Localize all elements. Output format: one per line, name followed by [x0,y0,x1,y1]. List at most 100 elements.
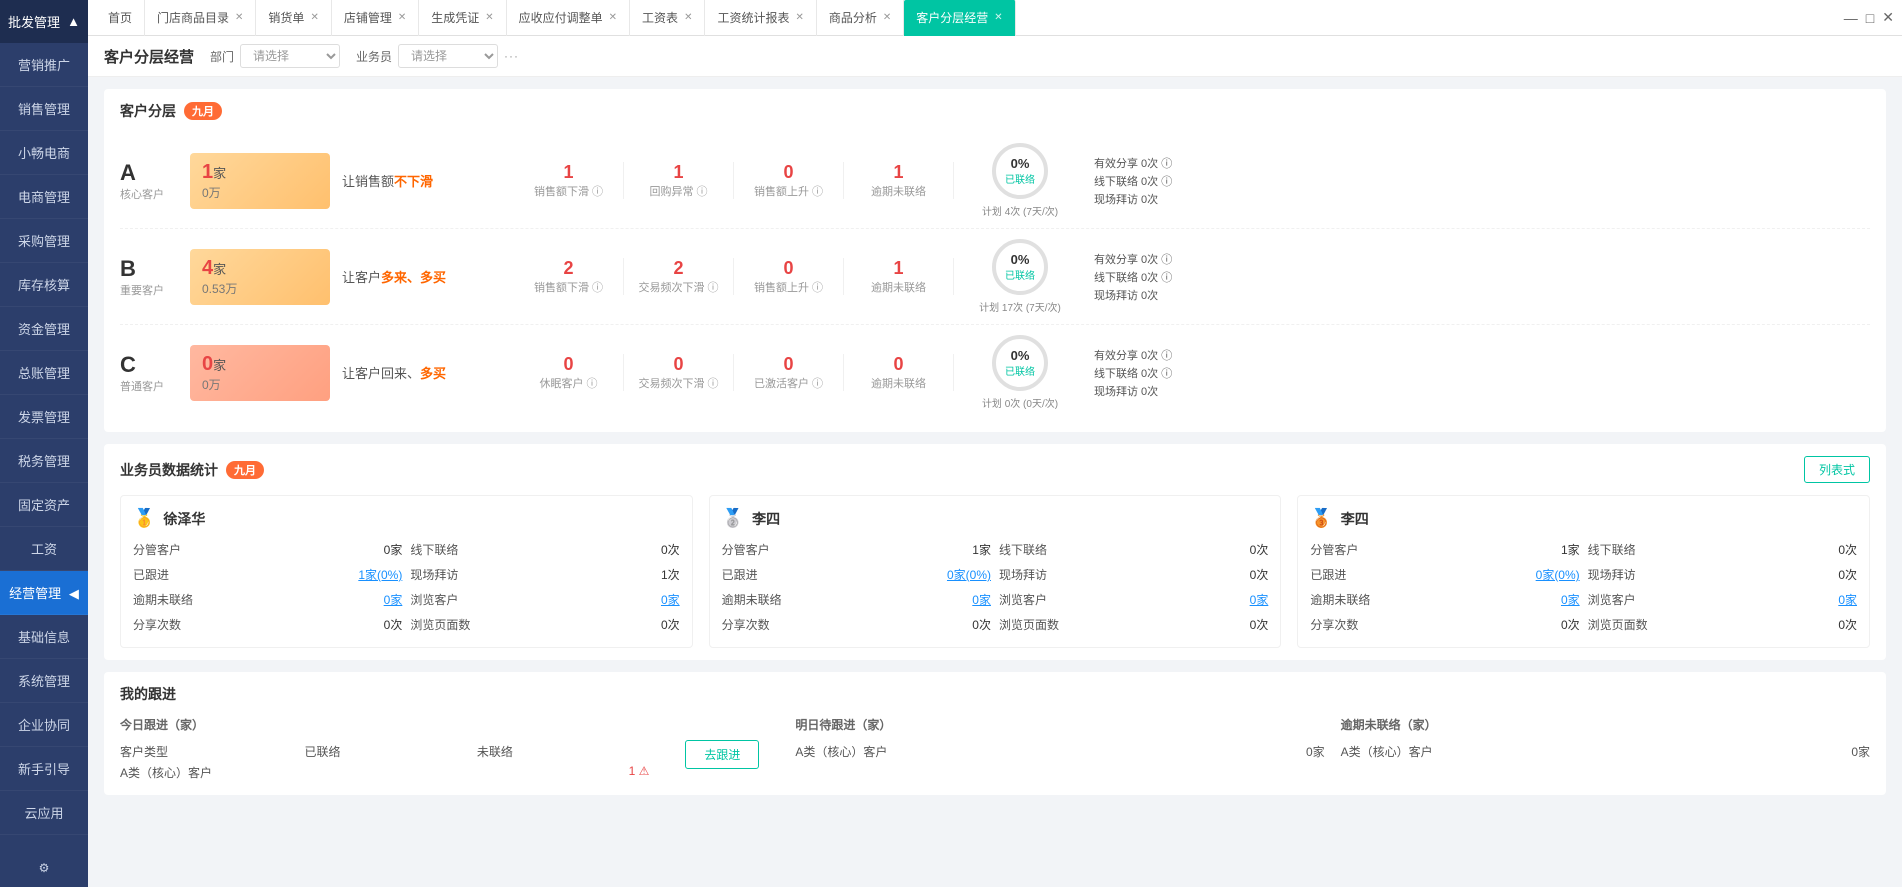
agent-1-stat-visit: 现场拜访 1次 [410,564,679,585]
sidebar-item-jcxx[interactable]: 基础信息 [0,615,88,659]
sidebar-item-xcdz[interactable]: 小畅电商 [0,131,88,175]
tab-home[interactable]: 首页 [96,0,145,36]
stats-title: 业务员数据统计 九月 [120,460,264,480]
tier-b-stat-3[interactable]: 0 销售额上升 ⓘ [734,258,844,295]
tab-close-icon[interactable]: ✕ [684,12,692,23]
sidebar-item-xsyd[interactable]: 新手引导 [0,747,88,791]
tab-payroll[interactable]: 工资表 ✕ [630,0,705,36]
tier-b-label: B 重要客户 [120,256,190,298]
tier-b-ring: 0% 已联络 计划 17次 (7天/次) [970,239,1070,314]
go-followup-button[interactable]: 去跟进 [685,740,759,769]
agent-1-name: 徐泽华 [163,509,205,529]
followup-today-col: 今日跟进（家） 客户类型 已联络 未联络 A类（核心）客户 1 ⚠ [120,716,649,783]
tier-b-stat-2[interactable]: 2 交易频次下滑 ⓘ [624,258,734,295]
agent-1-stat-overdue: 逾期未联络 0家 [133,589,402,610]
followup-section: 我的跟进 今日跟进（家） 客户类型 已联络 未联络 A类（核心）客户 1 ⚠ [104,672,1886,795]
tab-product-analysis[interactable]: 商品分析 ✕ [817,0,904,36]
tab-voucher[interactable]: 生成凭证 ✕ [419,0,506,36]
stats-month-badge: 九月 [226,461,264,479]
tier-a-stat-2[interactable]: 1 回购异常 ⓘ [624,162,734,199]
sidebar-item-fpgl[interactable]: 发票管理 [0,395,88,439]
tier-c-stat-3[interactable]: 0 已激活客户 ⓘ [734,354,844,391]
tab-close-icon[interactable]: ✕ [398,12,406,23]
agent-field: 业务员 请选择 ··· [356,44,519,68]
tier-a-ring: 0% 已联络 计划 4次 (7天/次) [970,143,1070,218]
sidebar-item-dssl[interactable]: 电商管理 [0,175,88,219]
main-area: 首页 门店商品目录 ✕ 销货单 ✕ 店铺管理 ✕ 生成凭证 ✕ 应收应付调整单 … [88,0,1902,887]
tab-payroll-report[interactable]: 工资统计报表 ✕ [705,0,816,36]
sidebar-item-xsgl[interactable]: 销售管理 [0,87,88,131]
sidebar-item-zzgl[interactable]: 总账管理 [0,351,88,395]
tab-close-icon[interactable]: ✕ [485,12,493,23]
tier-a-count[interactable]: 1家 0万 [190,153,330,209]
agent-3-stat-overdue: 逾期未联络 0家 [1310,589,1579,610]
agent-1-stats: 分管客户 0家 线下联络 0次 已跟进 1家(0%) 现场拜访 [133,539,680,635]
more-options-icon[interactable]: ··· [504,49,519,63]
tier-b-stat-1[interactable]: 2 销售额下滑 ⓘ [514,258,624,295]
tab-maximize-icon[interactable]: □ [1866,10,1874,26]
tier-c-stat-2[interactable]: 0 交易频次下滑 ⓘ [624,354,734,391]
agent-card-2: 🥈 李四 分管客户 1家 线下联络 0次 已跟进 [709,495,1282,648]
agent-2-stat-manage: 分管客户 1家 [722,539,991,560]
followup-header-row: 客户类型 已联络 未联络 [120,741,649,762]
tier-c-label: C 普通客户 [120,352,190,394]
agent-3-name: 李四 [1341,509,1369,529]
agent-2-stat-browse: 浏览客户 0家 [999,589,1268,610]
tier-c-action: 让客户回来、多买 [342,363,502,382]
agent-3-stat-followed: 已跟进 0家(0%) [1310,564,1579,585]
tier-b-count[interactable]: 4家 0.53万 [190,249,330,305]
tier-c-stat-4[interactable]: 0 逾期未联络 [844,354,954,391]
sidebar-item-zjgl[interactable]: 资金管理 [0,307,88,351]
tier-row-b: B 重要客户 4家 0.53万 让客户多来、多买 2 销售额下滑 ⓘ 2 交易频… [120,229,1870,325]
tier-c-count[interactable]: 0家 0万 [190,345,330,401]
sidebar-item-xtgl[interactable]: 系统管理 [0,659,88,703]
tier-a-stat-1[interactable]: 1 销售额下滑 ⓘ [514,162,624,199]
dept-select[interactable]: 请选择 [240,44,340,68]
agent-select[interactable]: 请选择 [398,44,498,68]
tab-sales-order[interactable]: 销货单 ✕ [256,0,331,36]
sidebar-item-kchz[interactable]: 库存核算 [0,263,88,307]
sidebar-item-cggl[interactable]: 采购管理 [0,219,88,263]
tab-close-window-icon[interactable]: ✕ [1882,9,1894,26]
agents-grid: 🥇 徐泽华 分管客户 0家 线下联络 0次 已跟进 [120,495,1870,648]
tab-bar: 首页 门店商品目录 ✕ 销货单 ✕ 店铺管理 ✕ 生成凭证 ✕ 应收应付调整单 … [88,0,1902,36]
agent-2-stat-followed: 已跟进 0家(0%) [722,564,991,585]
agent-3-stat-pages: 浏览页面数 0次 [1588,614,1857,635]
tier-b-stat-4[interactable]: 1 逾期未联络 [844,258,954,295]
dept-field: 部门 请选择 [210,44,340,68]
header-bar: 客户分层经营 部门 请选择 业务员 请选择 ··· [88,36,1902,77]
sidebar-item-gdzy[interactable]: 固定资产 [0,483,88,527]
sidebar-item-jygl[interactable]: 经营管理 ◀ [0,571,88,615]
agent-3-medal: 🥉 [1310,508,1332,529]
followup-title: 我的跟进 [120,684,1870,704]
sidebar-item-yyyy[interactable]: 云应用 [0,791,88,835]
tab-close-icon[interactable]: ✕ [310,12,318,23]
sidebar-top[interactable]: 批发管理 ▲ [0,0,88,43]
agent-2-stat-visit: 现场拜访 0次 [999,564,1268,585]
agent-3-stat-manage: 分管客户 1家 [1310,539,1579,560]
tab-store-manage[interactable]: 店铺管理 ✕ [332,0,419,36]
sidebar-item-qyxt[interactable]: 企业协同 [0,703,88,747]
agent-1-stat-pages: 浏览页面数 0次 [410,614,679,635]
tab-close-icon[interactable]: ✕ [609,12,617,23]
tier-a-stat-4[interactable]: 1 逾期未联络 [844,162,954,199]
month-badge: 九月 [184,102,222,120]
tier-a-label: A 核心客户 [120,160,190,202]
tier-c-stat-1[interactable]: 0 休眠客户 ⓘ [514,354,624,391]
agent-1-medal: 🥇 [133,508,155,529]
tab-minimize-icon[interactable]: — [1844,10,1858,26]
gear-icon[interactable]: ⚙ [0,849,88,887]
sidebar-item-yxtg[interactable]: 营销推广 [0,43,88,87]
tab-close-icon[interactable]: ✕ [883,12,891,23]
tab-store-products[interactable]: 门店商品目录 ✕ [145,0,256,36]
tier-a-stat-3[interactable]: 0 销售额上升 ⓘ [734,162,844,199]
tab-customer-tier[interactable]: 客户分层经营 ✕ [904,0,1015,36]
sidebar-item-gz[interactable]: 工资 [0,527,88,571]
sidebar-top-label: 批发管理 [8,12,60,31]
tab-close-icon[interactable]: ✕ [994,12,1002,23]
tab-close-icon[interactable]: ✕ [795,12,803,23]
tab-ar-ap[interactable]: 应收应付调整单 ✕ [507,0,630,36]
tab-close-icon[interactable]: ✕ [235,12,243,23]
sidebar-item-swgl[interactable]: 税务管理 [0,439,88,483]
list-view-button[interactable]: 列表式 [1804,456,1870,483]
